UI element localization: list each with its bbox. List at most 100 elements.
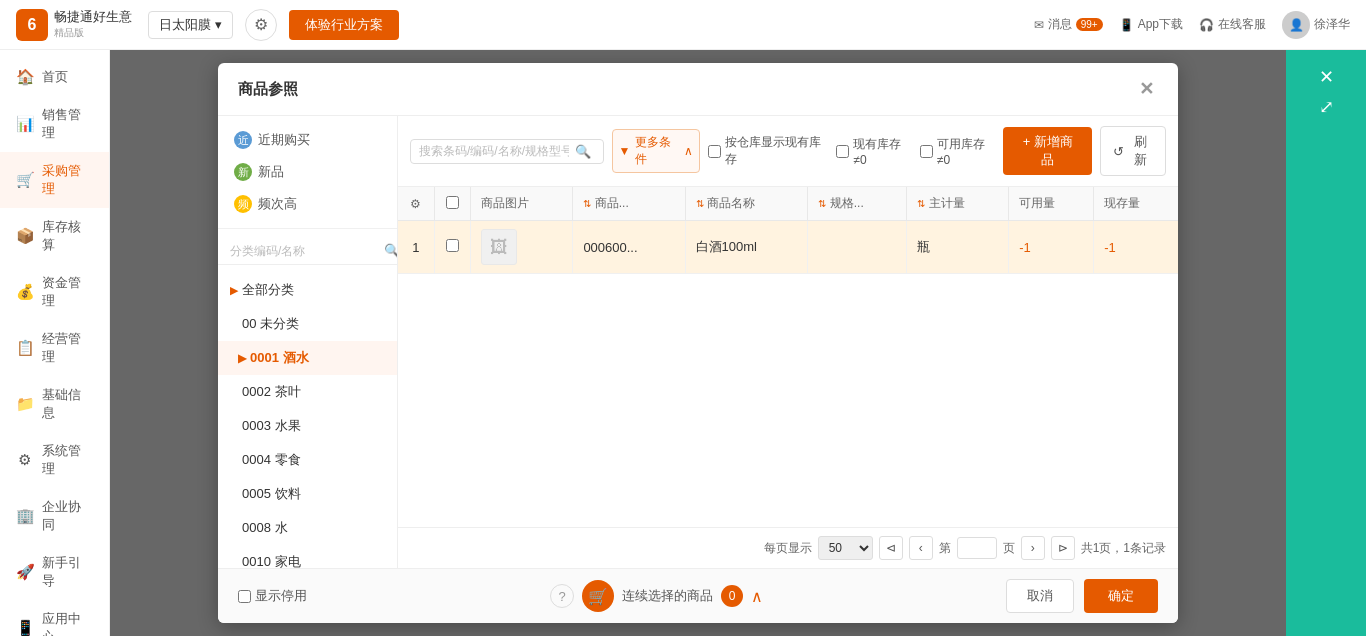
logo-area: 6 畅捷通好生意 精品版 [16,9,136,41]
refresh-button[interactable]: ↺ 刷新 [1100,126,1166,176]
show-disabled-label[interactable]: 显示停用 [238,587,307,605]
row-checkbox-cell [434,221,470,274]
footer-cart-area: ? 🛒 连续选择的商品 0 ∧ [550,580,763,612]
sidebar-item-finance[interactable]: 💰 资金管理 [0,264,109,320]
sidebar: 🏠 首页 📊 销售管理 🛒 采购管理 📦 库存核算 💰 资金管理 📋 经营管理 … [0,50,110,636]
current-stock-checkbox[interactable] [836,145,849,158]
online-service-btn[interactable]: 🎧 在线客服 [1199,16,1266,33]
collapse-icon[interactable]: ∧ [751,587,763,606]
search-icon[interactable]: 🔍 [575,144,591,159]
messages-btn[interactable]: ✉ 消息 99+ [1034,16,1103,33]
tree-item-liquor[interactable]: ▶ 0001 酒水 [218,341,397,375]
col-spec-header[interactable]: ⇅ 规格... [808,187,907,221]
tree-item-snack[interactable]: 0004 零食 [218,443,397,477]
tree-item-uncategorized[interactable]: 00 未分类 [218,307,397,341]
select-all-checkbox[interactable] [446,196,459,209]
tree-search-icon[interactable]: 🔍 [384,243,398,258]
row-spec-cell [808,221,907,274]
last-page-button[interactable]: ⊳ [1051,536,1075,560]
message-icon: ✉ [1034,18,1044,32]
per-page-select[interactable]: 50 100 200 [818,536,873,560]
tree-item-beverage[interactable]: 0005 饮料 [218,477,397,511]
messages-badge: 99+ [1076,18,1103,31]
filter-more-button[interactable]: ▼ 更多条件 ∧ [612,129,700,173]
trial-button[interactable]: 体验行业方案 [289,10,399,40]
enterprise-icon: 🏢 [16,507,34,525]
category-tree-panel: 近 近期购买 新 新品 频 频次高 [218,116,398,568]
row-num: 1 [398,221,434,274]
sidebar-item-purchase[interactable]: 🛒 采购管理 [0,152,109,208]
current-stock-label[interactable]: 现有库存≠0 [836,136,912,167]
sidebar-item-management[interactable]: 📋 经营管理 [0,320,109,376]
product-search-box: 🔍 [410,139,604,164]
sidebar-item-sales[interactable]: 📊 销售管理 [0,96,109,152]
modal-body: 近 近期购买 新 新品 频 频次高 [218,116,1178,568]
tree-search-input[interactable] [230,244,380,258]
tree-item-water[interactable]: 0008 水 [218,511,397,545]
sidebar-item-apps[interactable]: 📱 应用中心 [0,600,109,636]
sidebar-item-home[interactable]: 🏠 首页 [0,58,109,96]
user-area[interactable]: 👤 徐泽华 [1282,11,1350,39]
table-row[interactable]: 1 🖼 000600... 白酒100ml [398,221,1178,274]
sidebar-item-base-info[interactable]: 📁 基础信息 [0,376,109,432]
col-checkbox [434,187,470,221]
refresh-icon: ↺ [1113,144,1124,159]
next-page-button[interactable]: › [1021,536,1045,560]
warehouse-filter-checkbox[interactable] [708,145,721,158]
quick-item-freq[interactable]: 频 频次高 [226,188,389,220]
quick-item-recent[interactable]: 近 近期购买 [226,124,389,156]
tree-item-tea[interactable]: 0002 茶叶 [218,375,397,409]
confirm-button[interactable]: 确定 [1084,579,1158,613]
app-download-btn[interactable]: 📱 App下载 [1119,16,1183,33]
top-nav: 6 畅捷通好生意 精品版 日太阳膜 ▾ ⚙ 体验行业方案 ✉ 消息 99+ 📱 … [0,0,1366,50]
sidebar-item-system[interactable]: ⚙ 系统管理 [0,432,109,488]
product-table-panel: 🔍 ▼ 更多条件 ∧ 按仓库显示现有库存 [398,116,1178,568]
available-stock-checkbox[interactable] [920,145,933,158]
finance-icon: 💰 [16,283,34,301]
tree-item-fruit[interactable]: 0003 水果 [218,409,397,443]
settings-icon[interactable]: ⚙ [245,9,277,41]
warehouse-filter-label[interactable]: 按仓库显示现有库存 [708,134,829,168]
available-stock-label[interactable]: 可用库存≠0 [920,136,996,167]
col-code-header[interactable]: ⇅ 商品... [573,187,685,221]
col-image-header: 商品图片 [470,187,573,221]
right-expand-icon[interactable]: ⤢ [1319,96,1334,118]
quick-item-new[interactable]: 新 新品 [226,156,389,188]
show-disabled-checkbox[interactable] [238,590,251,603]
modal-close-button[interactable]: ✕ [1134,77,1158,101]
product-table-wrapper: ⚙ 商品图片 [398,187,1178,527]
cancel-button[interactable]: 取消 [1006,579,1074,613]
row-available-cell: -1 [1009,221,1094,274]
tree-item-appliance[interactable]: 0010 家电 [218,545,397,568]
col-unit-header[interactable]: ⇅ 主计量 [907,187,1009,221]
settings-col-icon[interactable]: ⚙ [410,197,421,211]
system-icon: ⚙ [16,451,34,469]
prev-page-button[interactable]: ‹ [909,536,933,560]
first-page-button[interactable]: ⊲ [879,536,903,560]
footer-left: 显示停用 [238,587,307,605]
nav-right: ✉ 消息 99+ 📱 App下载 🎧 在线客服 👤 徐泽华 [1034,11,1350,39]
mobile-icon: 📱 [1119,18,1134,32]
product-search-input[interactable] [419,144,569,158]
help-icon[interactable]: ? [550,584,574,608]
col-available-header[interactable]: 可用量 [1009,187,1094,221]
col-settings: ⚙ [398,187,434,221]
row-image-cell: 🖼 [470,221,573,274]
logo-text: 畅捷通好生意 [54,9,132,26]
sidebar-item-inventory[interactable]: 📦 库存核算 [0,208,109,264]
sidebar-item-enterprise[interactable]: 🏢 企业协同 [0,488,109,544]
col-name-header[interactable]: ⇅ 商品名称 [685,187,808,221]
purchase-icon: 🛒 [16,171,34,189]
cart-button[interactable]: 🛒 [582,580,614,612]
nav-dropdown[interactable]: 日太阳膜 ▾ [148,11,233,39]
add-product-button[interactable]: + 新增商品 [1003,127,1092,175]
col-stock-header[interactable]: 现存量 [1094,187,1178,221]
tree-item-all[interactable]: ▶ 全部分类 [218,273,397,307]
page-number-input[interactable]: 1 [957,537,997,559]
row-select-checkbox[interactable] [446,239,459,252]
recent-icon: 近 [234,131,252,149]
pagination: 每页显示 50 100 200 ⊲ ‹ 第 1 页 › [398,527,1178,568]
sidebar-item-guide[interactable]: 🚀 新手引导 [0,544,109,600]
filter-icon: ▼ [619,144,631,158]
right-close-icon[interactable]: ✕ [1319,66,1334,88]
